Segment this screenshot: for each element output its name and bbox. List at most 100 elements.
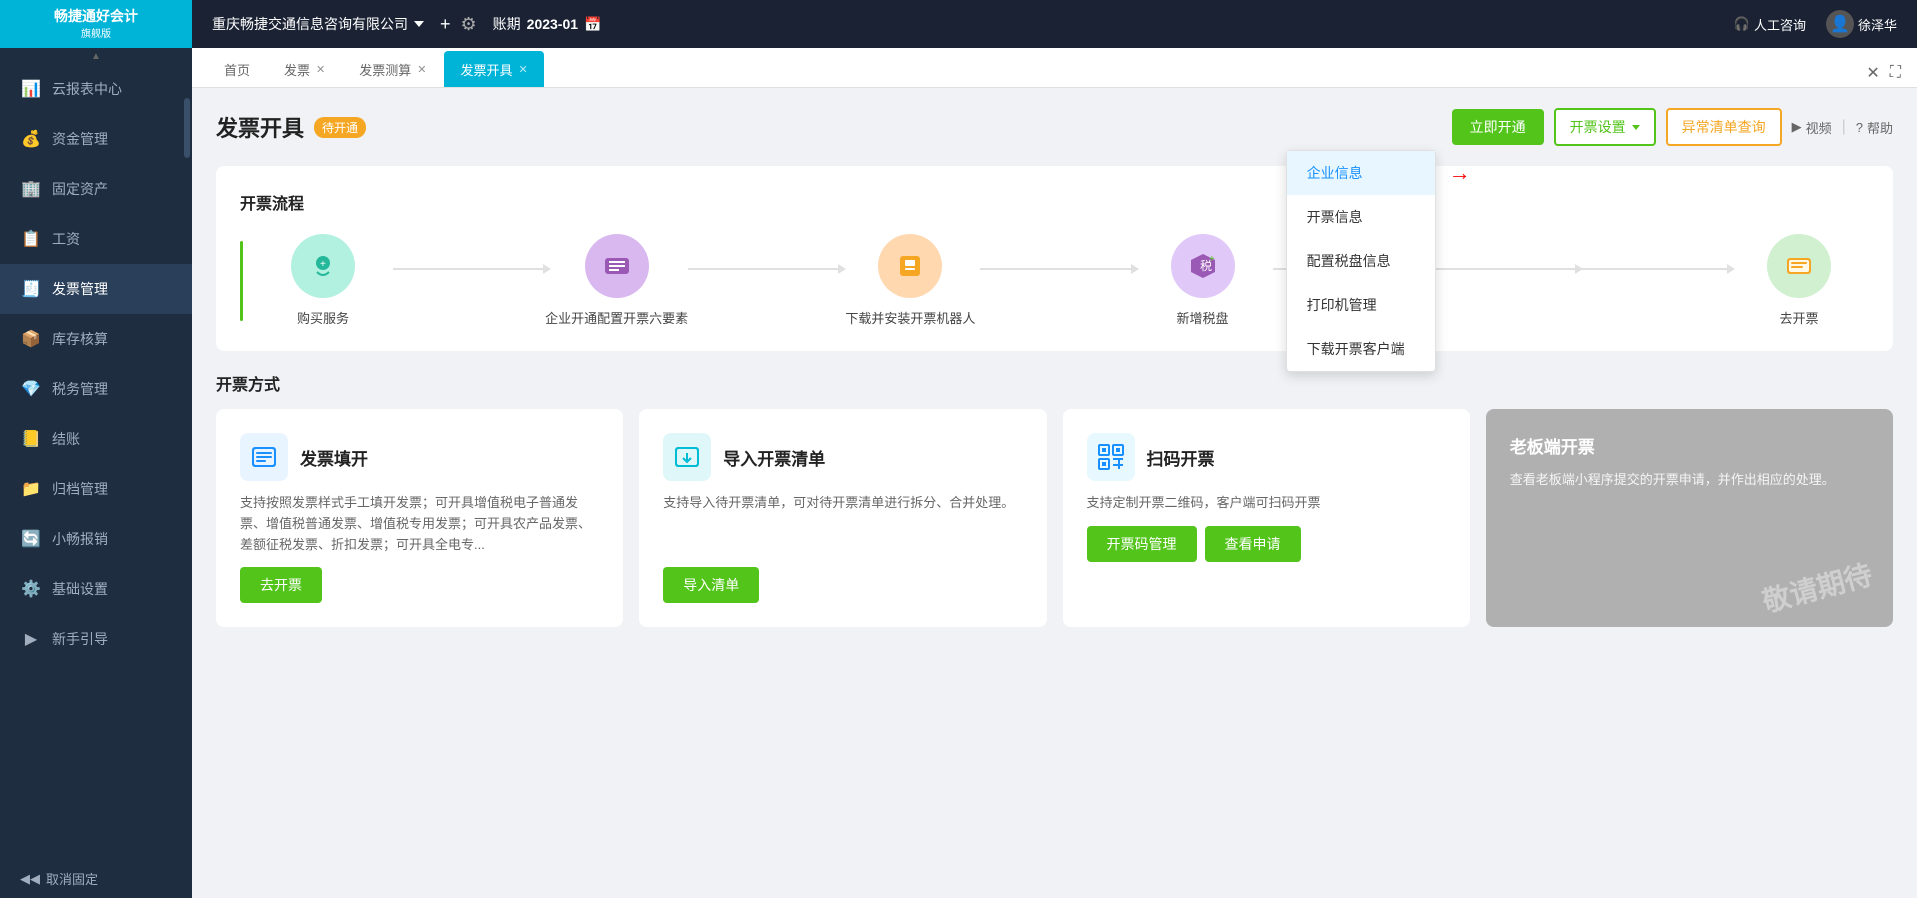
step-buy-icon: + [291, 234, 355, 298]
main-layout: ▲ 📊 云报表中心 💰 资金管理 🏢 固定资产 📋 工资 🧾 发票管理 📦 库存… [0, 48, 1917, 898]
method-scan-icon [1087, 433, 1135, 481]
sidebar-item-report[interactable]: 🔄 小畅报销 [0, 514, 192, 564]
dropdown-item-tax-disk[interactable]: 配置税盘信息 [1287, 239, 1435, 283]
page-title-area: 发票开具 待开通 [216, 111, 366, 143]
flow-section: 开票流程 + 购买服务 [216, 166, 1893, 351]
sidebar-item-closing[interactable]: 📒 结账 [0, 414, 192, 464]
closing-icon: 📒 [20, 428, 42, 450]
method-import-icon [663, 433, 711, 481]
flow-connector-2 [688, 268, 840, 270]
svg-text:+: + [1209, 254, 1215, 265]
flow-connector-1 [393, 268, 545, 270]
tab-invoice-calc[interactable]: 发票测算 ✕ [343, 51, 442, 87]
flow-step-config: 企业开通配置开票六要素 [545, 234, 688, 327]
methods-grid: 发票填开 支持按照发票样式手工填开发票；可开具增值税电子普通发票、增值税普通发票… [216, 409, 1893, 627]
cloud-report-icon: 📊 [20, 78, 42, 100]
activate-button[interactable]: 立即开通 [1452, 109, 1544, 145]
flow-active-indicator [240, 241, 243, 321]
page-title: 发票开具 [216, 111, 304, 143]
flow-steps: + 购买服务 [240, 234, 1869, 327]
sidebar-item-invoice[interactable]: 🧾 发票管理 [0, 264, 192, 314]
method-fill-title: 发票填开 [300, 445, 368, 470]
method-card-scan: 扫码开票 支持定制开票二维码，客户端可扫码开票 开票码管理 查看申请 [1063, 409, 1470, 627]
step-add-disk-label: 新增税盘 [1177, 308, 1229, 327]
tab-invoice-close[interactable]: ✕ [316, 63, 325, 76]
avatar: 👤 [1826, 10, 1854, 38]
status-badge: 待开通 [314, 117, 366, 138]
flow-connector-3 [980, 268, 1132, 270]
sidebar-scrollbar[interactable] [184, 98, 190, 158]
method-fill-desc: 支持按照发票样式手工填开发票；可开具增值税电子普通发票、增值税普通发票、增值税专… [240, 493, 599, 555]
payroll-icon: 📋 [20, 228, 42, 250]
method-scan-btns: 开票码管理 查看申请 [1087, 526, 1446, 562]
method-card-import: 导入开票清单 支持导入待开票清单，可对待开票清单进行拆分、合并处理。 导入清单 [639, 409, 1046, 627]
method-fill-btn[interactable]: 去开票 [240, 567, 322, 603]
company-selector[interactable]: 重庆畅捷交通信息咨询有限公司 [212, 14, 424, 34]
invoice-settings-button[interactable]: 开票设置 [1554, 108, 1656, 146]
period-label: 账期 [493, 14, 521, 34]
method-scan-apply-btn[interactable]: 查看申请 [1205, 526, 1301, 562]
divider: | [1842, 118, 1846, 136]
calendar-icon[interactable]: 📅 [584, 16, 601, 33]
consult-button[interactable]: 🎧 人工咨询 [1734, 15, 1806, 34]
dropdown-item-company-info[interactable]: 企业信息 → [1287, 151, 1435, 195]
tab-close-icon[interactable]: ✕ [1866, 63, 1879, 83]
method-boss-header: 老板端开票 [1510, 433, 1869, 458]
page-content: 发票开具 待开通 立即开通 开票设置 企业信息 [192, 88, 1917, 898]
flow-section-title: 开票流程 [240, 190, 1869, 214]
sidebar-bottom[interactable]: ◀◀ 取消固定 [0, 859, 192, 898]
sidebar-item-fund[interactable]: 💰 资金管理 [0, 114, 192, 164]
method-import-btn[interactable]: 导入清单 [663, 567, 759, 603]
period-value: 2023-01 [527, 16, 578, 32]
sidebar: ▲ 📊 云报表中心 💰 资金管理 🏢 固定资产 📋 工资 🧾 发票管理 📦 库存… [0, 48, 192, 898]
tab-maximize-icon[interactable]: ⛶ [1890, 64, 1901, 82]
guide-icon: ▶ [20, 628, 42, 650]
sidebar-item-payroll[interactable]: 📋 工资 [0, 214, 192, 264]
dropdown-item-invoice-info[interactable]: 开票信息 [1287, 195, 1435, 239]
watermark: 敬请期待 [1758, 554, 1877, 622]
tax-icon: 💎 [20, 378, 42, 400]
sidebar-item-tax[interactable]: 💎 税务管理 [0, 364, 192, 414]
company-name: 重庆畅捷交通信息咨询有限公司 [212, 14, 408, 34]
tab-home[interactable]: 首页 [208, 51, 266, 87]
flow-step-download: 下载并安装开票机器人 [840, 234, 980, 327]
sidebar-scroll-up[interactable]: ▲ [0, 48, 192, 64]
dropdown-item-printer[interactable]: 打印机管理 [1287, 283, 1435, 327]
step-buy-label: 购买服务 [297, 308, 349, 327]
method-card-boss: 老板端开票 查看老板端小程序提交的开票申请，并作出相应的处理。 敬请期待 [1486, 409, 1893, 627]
method-scan-qr-btn[interactable]: 开票码管理 [1087, 526, 1197, 562]
flow-step-buy: + 购买服务 [253, 234, 393, 327]
step-go-invoice-icon [1767, 234, 1831, 298]
question-icon: ? [1856, 120, 1863, 135]
add-button[interactable]: + [440, 14, 451, 35]
help-button[interactable]: ? 帮助 [1856, 118, 1893, 137]
tab-invoice-tool[interactable]: 发票开具 ✕ [444, 51, 543, 87]
headset-icon: 🎧 [1734, 16, 1750, 32]
sidebar-item-guide[interactable]: ▶ 新手引导 [0, 614, 192, 664]
tab-invoice-tool-close[interactable]: ✕ [519, 63, 528, 76]
dropdown-item-download-client[interactable]: 下载开票客户端 [1287, 327, 1435, 371]
sidebar-item-fixed-assets[interactable]: 🏢 固定资产 [0, 164, 192, 214]
method-fill-header: 发票填开 [240, 433, 599, 481]
methods-section: 开票方式 [216, 371, 1893, 627]
video-button[interactable]: ▶ 视频 [1792, 118, 1832, 137]
flow-connector-6 [1577, 268, 1729, 270]
video-icon: ▶ [1792, 119, 1802, 135]
username: 徐泽华 [1858, 15, 1897, 34]
svg-text:+: + [320, 259, 326, 270]
pin-icon: ◀◀ [20, 871, 40, 887]
tab-invoice-calc-close[interactable]: ✕ [417, 63, 426, 76]
tab-bar: 首页 发票 ✕ 发票测算 ✕ 发票开具 ✕ ✕ ⛶ [192, 48, 1917, 88]
sidebar-item-settings[interactable]: ⚙️ 基础设置 [0, 564, 192, 614]
tab-invoice[interactable]: 发票 ✕ [268, 51, 341, 87]
sidebar-item-cloud-report[interactable]: 📊 云报表中心 [0, 64, 192, 114]
user-info[interactable]: 👤 徐泽华 [1826, 10, 1897, 38]
page-header: 发票开具 待开通 立即开通 开票设置 企业信息 [216, 108, 1893, 146]
sidebar-item-inventory[interactable]: 📦 库存核算 [0, 314, 192, 364]
gear-icon[interactable]: ⚙ [461, 14, 477, 35]
abnormal-list-button[interactable]: 异常清单查询 [1666, 108, 1782, 146]
flow-step-go-invoice: 去开票 [1729, 234, 1869, 327]
sidebar-item-archive[interactable]: 📁 归档管理 [0, 464, 192, 514]
fixed-assets-icon: 🏢 [20, 178, 42, 200]
step-go-invoice-label: 去开票 [1780, 308, 1819, 327]
